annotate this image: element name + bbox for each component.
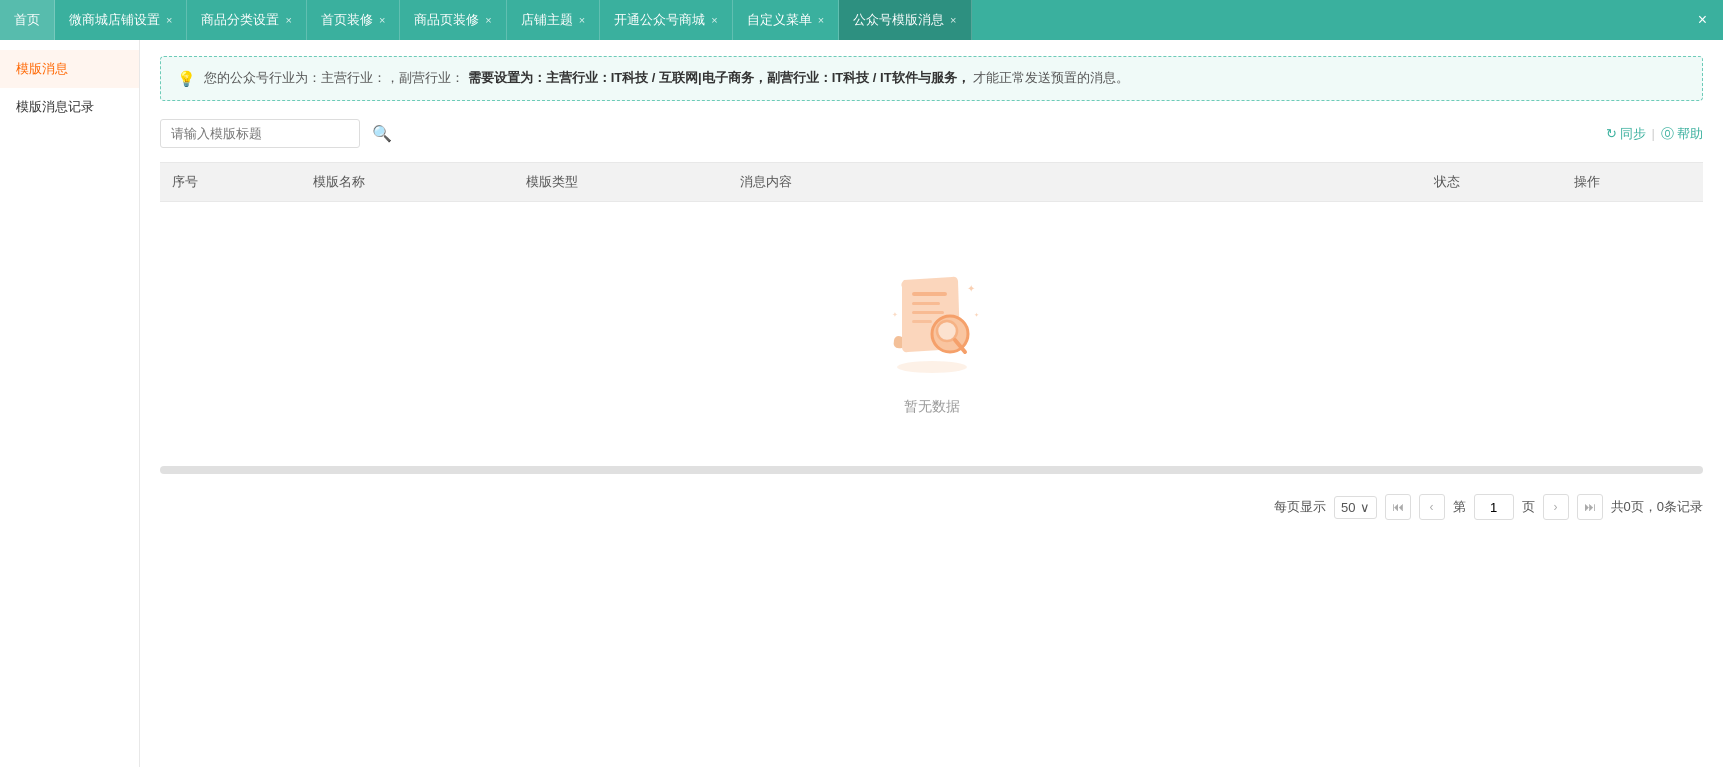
sync-icon: ↻ — [1606, 126, 1617, 141]
next-page-button[interactable]: › — [1543, 494, 1569, 520]
search-bar: 🔍 ↻ 同步 | ⓪ 帮助 — [160, 119, 1703, 148]
search-left: 🔍 — [160, 119, 396, 148]
nav-item-home[interactable]: 首页 — [0, 0, 55, 40]
bulb-icon: 💡 — [177, 70, 196, 88]
page-input[interactable] — [1474, 494, 1514, 520]
col-header-index: 序号 — [160, 163, 301, 202]
close-product-decor[interactable]: × — [485, 14, 491, 26]
chevron-down-icon: ∨ — [1360, 500, 1370, 515]
empty-icon: ✦ ✦ ✦ — [872, 262, 992, 382]
nav-item-custom-menu[interactable]: 自定义菜单 × — [733, 0, 839, 40]
page-size-select[interactable]: 50 ∨ — [1334, 496, 1376, 519]
nav-item-mall[interactable]: 开通公众号商城 × — [600, 0, 732, 40]
pagination: 每页显示 50 ∨ ⏮ ‹ 第 页 › ⏭ 共0页，0条记录 — [160, 484, 1703, 530]
svg-rect-2 — [912, 302, 940, 305]
svg-point-0 — [897, 361, 967, 373]
top-nav: 首页 微商城店铺设置 × 商品分类设置 × 首页装修 × 商品页装修 × 店铺主… — [0, 0, 1723, 40]
nav-item-theme[interactable]: 店铺主题 × — [507, 0, 600, 40]
svg-text:✦: ✦ — [974, 312, 979, 318]
close-mall[interactable]: × — [711, 14, 717, 26]
close-custom-menu[interactable]: × — [818, 14, 824, 26]
close-theme[interactable]: × — [579, 14, 585, 26]
sync-button[interactable]: ↻ 同步 — [1606, 125, 1646, 143]
svg-point-6 — [937, 321, 957, 341]
nav-item-product-decor[interactable]: 商品页装修 × — [400, 0, 506, 40]
svg-rect-1 — [912, 292, 947, 296]
empty-text: 暂无数据 — [904, 398, 960, 416]
global-close-button[interactable]: × — [1682, 11, 1723, 29]
svg-rect-4 — [912, 320, 932, 323]
search-button[interactable]: 🔍 — [368, 124, 396, 143]
last-page-button[interactable]: ⏭ — [1577, 494, 1603, 520]
empty-state: ✦ ✦ ✦ 暂无数据 — [160, 202, 1703, 456]
page-label: 第 — [1453, 498, 1466, 516]
col-header-type: 模版类型 — [514, 163, 728, 202]
close-category[interactable]: × — [285, 14, 291, 26]
prev-page-button[interactable]: ‹ — [1419, 494, 1445, 520]
col-header-status: 状态 — [1422, 163, 1563, 202]
scrollbar-placeholder[interactable] — [160, 466, 1703, 474]
help-button[interactable]: ⓪ 帮助 — [1661, 125, 1703, 143]
col-header-content: 消息内容 — [728, 163, 1422, 202]
help-icon: ⓪ — [1661, 125, 1674, 143]
page-unit: 页 — [1522, 498, 1535, 516]
col-header-action: 操作 — [1562, 163, 1703, 202]
svg-text:✦: ✦ — [967, 283, 975, 294]
svg-rect-3 — [912, 311, 944, 314]
sidebar-item-template-msg-record[interactable]: 模版消息记录 — [0, 88, 139, 126]
data-table: 序号 模版名称 模版类型 消息内容 状态 操作 — [160, 162, 1703, 202]
search-right: ↻ 同步 | ⓪ 帮助 — [1606, 125, 1703, 143]
page-size-label: 每页显示 — [1274, 498, 1326, 516]
divider: | — [1652, 126, 1655, 141]
svg-text:✦: ✦ — [892, 311, 898, 318]
nav-item-template-msg[interactable]: 公众号模版消息 × — [839, 0, 971, 40]
sidebar: 模版消息 模版消息记录 — [0, 40, 140, 767]
nav-item-category[interactable]: 商品分类设置 × — [187, 0, 306, 40]
notice-banner: 💡 您的公众号行业为：主营行业：，副营行业： 需要设置为：主营行业：IT科技 /… — [160, 56, 1703, 101]
nav-item-shop-settings[interactable]: 微商城店铺设置 × — [55, 0, 187, 40]
col-header-name: 模版名称 — [301, 163, 515, 202]
table-header: 序号 模版名称 模版类型 消息内容 状态 操作 — [160, 163, 1703, 202]
first-page-button[interactable]: ⏮ — [1385, 494, 1411, 520]
total-info: 共0页，0条记录 — [1611, 498, 1703, 516]
close-home-decor[interactable]: × — [379, 14, 385, 26]
close-template-msg[interactable]: × — [950, 14, 956, 26]
main-layout: 模版消息 模版消息记录 💡 您的公众号行业为：主营行业：，副营行业： 需要设置为… — [0, 40, 1723, 767]
close-shop-settings[interactable]: × — [166, 14, 172, 26]
content-area: 💡 您的公众号行业为：主营行业：，副营行业： 需要设置为：主营行业：IT科技 /… — [140, 40, 1723, 767]
sidebar-item-template-msg[interactable]: 模版消息 — [0, 50, 139, 88]
nav-item-home-decor[interactable]: 首页装修 × — [307, 0, 400, 40]
search-input[interactable] — [160, 119, 360, 148]
